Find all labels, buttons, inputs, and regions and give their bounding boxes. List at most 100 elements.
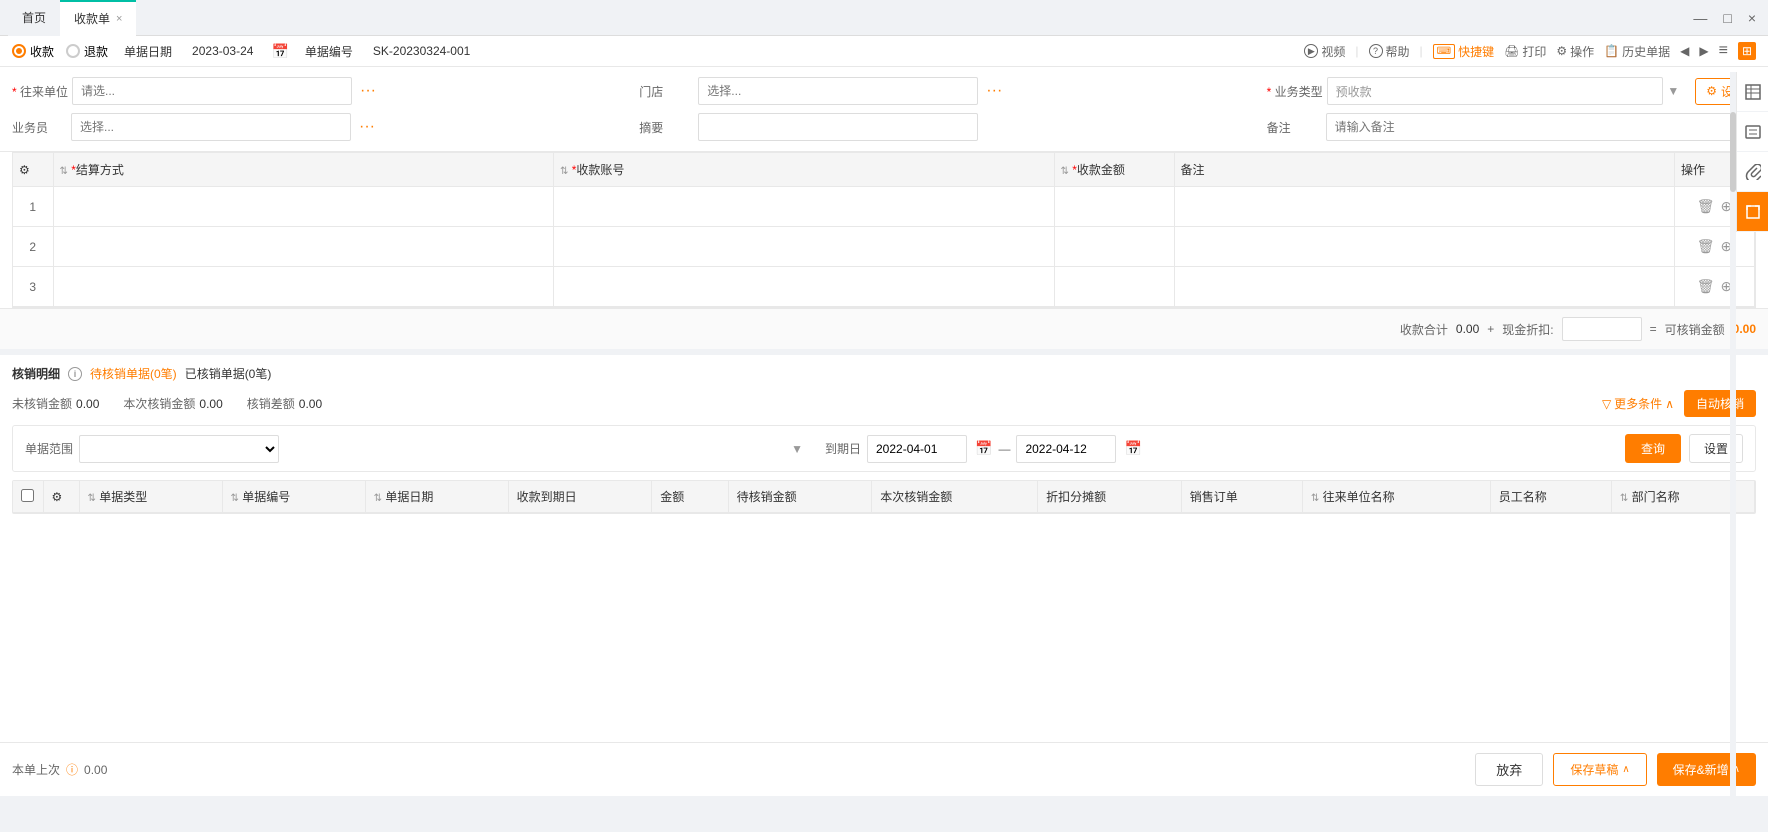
store-input[interactable] (698, 77, 978, 105)
due-to-input[interactable] (1016, 435, 1116, 463)
biz-type-input[interactable] (1327, 77, 1664, 105)
row-2-amount-input[interactable] (1055, 227, 1174, 266)
row-num-2: 2 (13, 227, 53, 267)
minimize-btn[interactable]: — (1689, 10, 1711, 26)
due-label: 到期日 (825, 440, 861, 457)
scrollbar-thumb[interactable] (1730, 112, 1736, 192)
sidebar-table-icon[interactable] (1737, 72, 1768, 112)
history-link[interactable]: 📋 历史单据 (1604, 43, 1670, 60)
tab-home[interactable]: 首页 (8, 0, 60, 36)
delete-icon-2[interactable]: 🗑 (1697, 238, 1715, 255)
row-3-account-input[interactable] (554, 267, 1054, 306)
grid-icon[interactable]: ⊞ (1738, 42, 1756, 60)
row-2-account[interactable] (554, 227, 1055, 267)
summary-input[interactable] (698, 113, 978, 141)
scrollbar[interactable] (1730, 72, 1736, 832)
remark-input[interactable] (1326, 113, 1756, 141)
row-1-amount-input[interactable] (1055, 187, 1174, 226)
row-2-account-input[interactable] (554, 227, 1054, 266)
sidebar-expand-icon[interactable] (1737, 192, 1768, 232)
col-doc-num: ⇅ 单据编号 (222, 481, 365, 513)
biz-type-arrow: ▼ (1667, 84, 1679, 98)
radio-receive[interactable]: 收款 (12, 43, 54, 60)
row-3-amount-input[interactable] (1055, 267, 1174, 306)
store-more-icon[interactable]: ··· (986, 82, 1002, 100)
row-1-remark[interactable] (1174, 187, 1675, 227)
row-2-settlement-input[interactable] (54, 227, 554, 266)
row-2-remark[interactable] (1174, 227, 1675, 267)
section-title: 核销明细 i 待核销单据(0笔) 已核销单据(0笔) (12, 365, 1756, 382)
auto-settle-btn[interactable]: 自动核销 (1684, 390, 1756, 417)
sidebar-attach-icon[interactable] (1737, 152, 1768, 192)
current-value: 0.00 (199, 397, 222, 411)
salesperson-field: 业务员 ··· (12, 113, 599, 141)
range-label: 单据范围 (25, 440, 73, 457)
row-3-remark[interactable] (1174, 267, 1675, 307)
tab-close-icon[interactable]: × (116, 13, 122, 25)
col-settlement: ⇅ *结算方式 (53, 153, 554, 187)
select-all-checkbox[interactable] (21, 489, 34, 502)
row-3-account[interactable] (554, 267, 1055, 307)
row-2-settlement[interactable] (53, 227, 554, 267)
range-select[interactable] (79, 435, 279, 463)
cal-from-icon[interactable]: 📅 (975, 440, 992, 457)
radio-refund[interactable]: 退款 (66, 43, 108, 60)
row-3-amount[interactable] (1054, 267, 1174, 307)
net-value: 0.00 (1733, 322, 1756, 336)
pending-tab[interactable]: 待核销单据(0笔) (90, 365, 177, 382)
row-1-amount[interactable] (1054, 187, 1174, 227)
toolbar-right: ▶ 视频 | ? 帮助 | ⌨ 快捷键 🖨 打印 ⚙ 操作 📋 (1304, 42, 1756, 60)
shortcut-btn[interactable]: ⌨ 快捷键 (1433, 43, 1494, 60)
counterpart-input[interactable] (72, 77, 352, 105)
sidebar-list-icon[interactable] (1737, 112, 1768, 152)
query-btn[interactable]: 查询 (1625, 434, 1681, 463)
calendar-icon[interactable]: 📅 (271, 43, 288, 60)
tab-active[interactable]: 收款单 × (60, 0, 136, 36)
maximize-btn[interactable]: □ (1719, 10, 1735, 26)
discard-button[interactable]: 放弃 (1475, 753, 1543, 786)
row-1-account[interactable] (554, 187, 1055, 227)
search-filter: 单据范围 ▼ 到期日 📅 — 📅 查询 设置 (12, 425, 1756, 472)
due-from-input[interactable] (867, 435, 967, 463)
col-checkbox[interactable] (13, 481, 43, 513)
salesperson-more-icon[interactable]: ··· (359, 118, 375, 136)
discount-input[interactable] (1562, 317, 1642, 341)
radio-refund-dot (66, 44, 80, 58)
date-label: 单据日期 (124, 43, 172, 60)
row-3-action: 🗑 ⊕ (1675, 267, 1755, 307)
row-1-settlement-input[interactable] (54, 187, 554, 226)
row-3-remark-input[interactable] (1175, 267, 1675, 306)
help-link[interactable]: ? 帮助 (1369, 43, 1410, 60)
gear-col-icon[interactable]: ⚙ (19, 163, 30, 177)
salesperson-input[interactable] (71, 113, 351, 141)
bottom-section: 核销明细 i 待核销单据(0笔) 已核销单据(0笔) 未核销金额 0.00 本次… (0, 355, 1768, 514)
more-conditions-btn[interactable]: ▽ 更多条件 ∧ (1602, 395, 1674, 412)
save-new-button[interactable]: 保存&新增 ∧ (1657, 753, 1756, 786)
counterpart-more-icon[interactable]: ··· (360, 82, 376, 100)
info-circle-icon[interactable]: i (68, 367, 82, 381)
action-link[interactable]: ⚙ 操作 (1556, 43, 1594, 60)
done-tab[interactable]: 已核销单据(0笔) (185, 365, 272, 382)
col-gear-bottom[interactable]: ⚙ (43, 481, 79, 513)
diff-value: 0.00 (299, 397, 322, 411)
next-nav-icon[interactable]: ▶ (1699, 44, 1708, 58)
video-link[interactable]: ▶ 视频 (1304, 43, 1345, 60)
row-3-settlement-input[interactable] (54, 267, 554, 306)
row-2-remark-input[interactable] (1175, 227, 1675, 266)
print-link[interactable]: 🖨 打印 (1504, 43, 1546, 60)
row-3-settlement[interactable] (53, 267, 554, 307)
row-1-remark-input[interactable] (1175, 187, 1675, 226)
three-line-icon[interactable]: ≡ (1719, 42, 1728, 60)
row-1-account-input[interactable] (554, 187, 1054, 226)
close-btn[interactable]: × (1744, 10, 1760, 26)
cal-to-icon[interactable]: 📅 (1124, 440, 1141, 457)
delete-icon-1[interactable]: 🗑 (1697, 198, 1715, 215)
row-2-amount[interactable] (1054, 227, 1174, 267)
prev-nav-icon[interactable]: ◀ (1680, 44, 1689, 58)
col-gear[interactable]: ⚙ (13, 153, 53, 187)
delete-icon-3[interactable]: 🗑 (1697, 278, 1715, 295)
biz-type-field: * 业务类型 ▼ ⚙ 设置 (1267, 77, 1756, 105)
save-draft-button[interactable]: 保存草稿 ∧ (1553, 753, 1646, 786)
row-1-settlement[interactable] (53, 187, 554, 227)
info-icon-footer[interactable]: ⓘ (66, 761, 78, 778)
